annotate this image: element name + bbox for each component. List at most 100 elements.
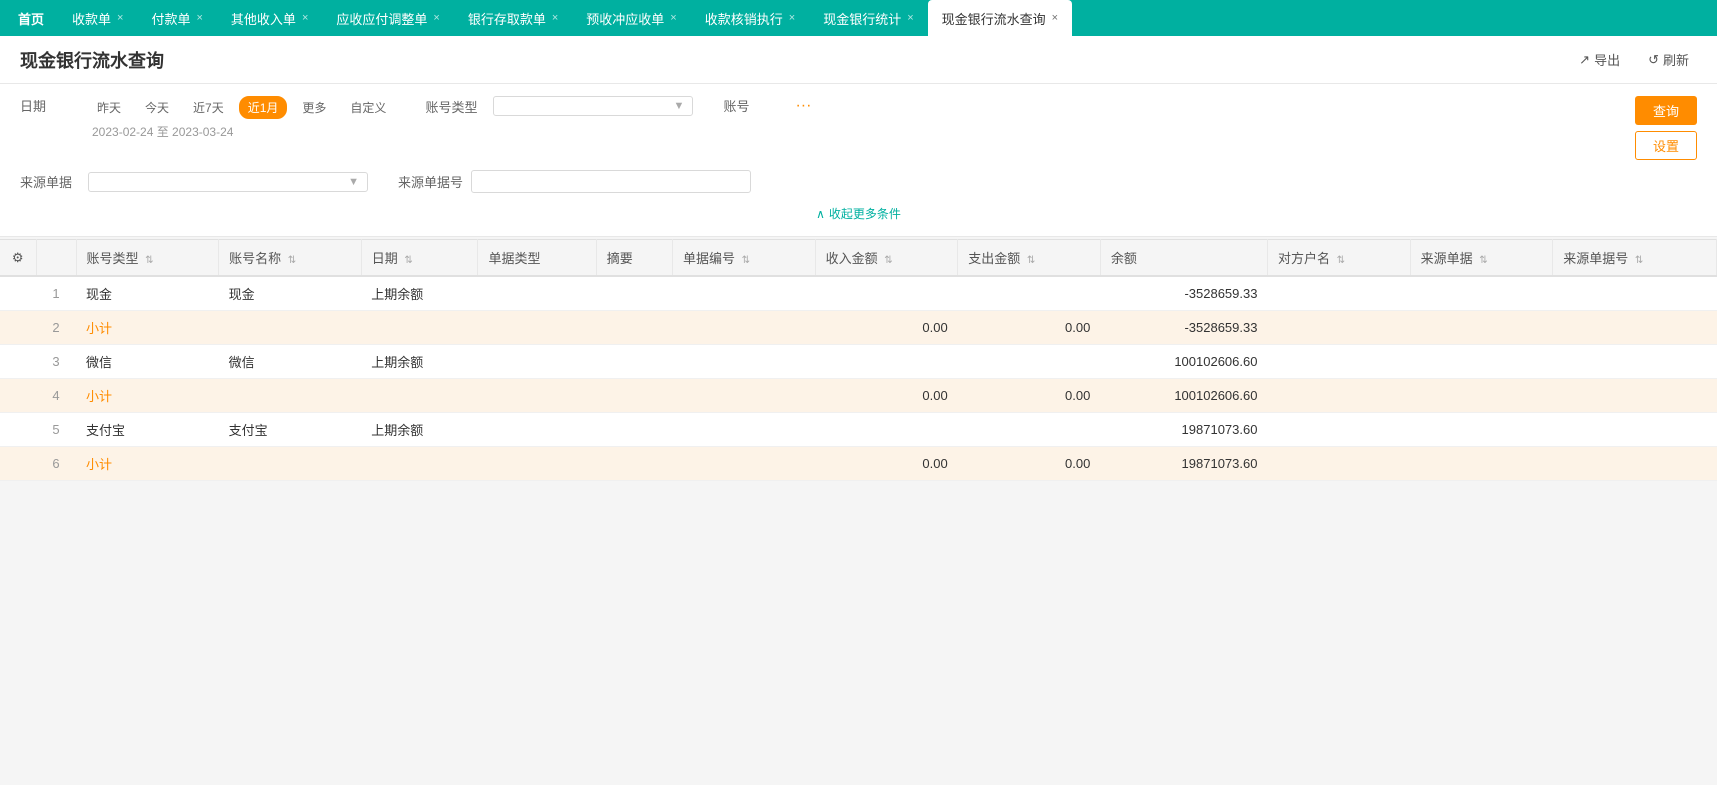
cell-date: 上期余额 (361, 345, 478, 379)
cell-rownum: 6 (36, 447, 76, 481)
col-acct-type[interactable]: 账号类型 ⇅ (76, 240, 219, 277)
cell-acct-name: 现金 (219, 276, 362, 311)
nav-cash-stat-close[interactable]: × (907, 12, 913, 24)
date-filter-label: 日期 (20, 96, 80, 115)
col-date[interactable]: 日期 ⇅ (361, 240, 478, 277)
date-custom[interactable]: 自定义 (341, 96, 395, 119)
cell-source-doc (1410, 447, 1553, 481)
nav-item-cash-stat[interactable]: 现金银行统计 × (809, 0, 927, 36)
nav-item-home[interactable]: 首页 (4, 0, 58, 36)
nav-advance-close[interactable]: × (670, 12, 676, 24)
cell-income: 0.00 (815, 379, 958, 413)
date-7days[interactable]: 近7天 (184, 96, 233, 119)
col-gear: ⚙ (0, 240, 36, 277)
account-type-arrow-icon: ▼ (674, 100, 685, 112)
col-acct-name[interactable]: 账号名称 ⇅ (219, 240, 362, 277)
cell-balance: -3528659.33 (1100, 276, 1267, 311)
col-doc-no[interactable]: 单据编号 ⇅ (672, 240, 815, 277)
cell-doc-type (478, 311, 596, 345)
cell-source-doc (1410, 379, 1553, 413)
cell-counterparty (1267, 276, 1410, 311)
nav-item-receipt[interactable]: 收款单 × (58, 0, 137, 36)
cell-doc-no (672, 447, 815, 481)
cell-balance: 100102606.60 (1100, 345, 1267, 379)
nav-cash-flow-close[interactable]: × (1052, 12, 1058, 24)
cell-source-doc-no (1553, 413, 1717, 447)
table-row: 4小计0.000.00100102606.60 (0, 379, 1717, 413)
date-1month[interactable]: 近1月 (239, 96, 288, 119)
cell-acct-type: 小计 (76, 379, 219, 413)
settings-button[interactable]: 设置 (1635, 131, 1697, 160)
date-more[interactable]: 更多 (293, 96, 335, 119)
col-expense[interactable]: 支出金额 ⇅ (958, 240, 1101, 277)
cell-expense (958, 276, 1101, 311)
cell-gear (0, 345, 36, 379)
cell-doc-no (672, 311, 815, 345)
nav-advance-label: 预收冲应收单 (586, 9, 664, 28)
col-counterparty[interactable]: 对方户名 ⇅ (1267, 240, 1410, 277)
col-balance: 余额 (1100, 240, 1267, 277)
cell-doc-no (672, 413, 815, 447)
source-doc-label: 来源单据 (20, 172, 80, 191)
nav-item-cash-flow[interactable]: 现金银行流水查询 × (928, 0, 1072, 36)
cell-source-doc-no (1553, 379, 1717, 413)
date-yesterday[interactable]: 昨天 (88, 96, 130, 119)
cell-expense: 0.00 (958, 311, 1101, 345)
cell-acct-type: 支付宝 (76, 413, 219, 447)
nav-bank-close[interactable]: × (552, 12, 558, 24)
nav-item-advance-offset[interactable]: 预收冲应收单 × (572, 0, 690, 36)
col-income[interactable]: 收入金额 ⇅ (815, 240, 958, 277)
cell-acct-name: 微信 (219, 345, 362, 379)
cell-summary (596, 413, 672, 447)
cell-balance: 19871073.60 (1100, 447, 1267, 481)
cell-balance: 19871073.60 (1100, 413, 1267, 447)
export-button[interactable]: ↗ 导出 (1571, 46, 1628, 73)
cell-gear (0, 276, 36, 311)
refresh-button[interactable]: ↺ 刷新 (1640, 46, 1697, 73)
page-title: 现金银行流水查询 (20, 47, 164, 73)
cell-rownum: 4 (36, 379, 76, 413)
cell-doc-type (478, 345, 596, 379)
data-table: ⚙ 账号类型 ⇅ 账号名称 ⇅ 日期 ⇅ 单据类型 摘要 单据编号 ⇅ 收入金额… (0, 239, 1717, 481)
col-doc-type: 单据类型 (478, 240, 596, 277)
nav-item-writeoff[interactable]: 收款核销执行 × (691, 0, 809, 36)
nav-item-bank-deposit[interactable]: 银行存取款单 × (454, 0, 572, 36)
cell-counterparty (1267, 379, 1410, 413)
source-doc-select[interactable]: ▼ (88, 172, 368, 192)
account-dots-button[interactable]: ··· (791, 97, 815, 115)
cell-doc-type (478, 447, 596, 481)
table-body: 1现金现金上期余额-3528659.332小计0.000.00-3528659.… (0, 276, 1717, 481)
refresh-label: 刷新 (1663, 50, 1689, 69)
cell-rownum: 5 (36, 413, 76, 447)
cell-rownum: 3 (36, 345, 76, 379)
cell-income (815, 413, 958, 447)
nav-item-other-income[interactable]: 其他收入单 × (217, 0, 322, 36)
nav-ar-ap-close[interactable]: × (433, 12, 439, 24)
nav-writeoff-close[interactable]: × (789, 12, 795, 24)
nav-item-payment[interactable]: 付款单 × (137, 0, 216, 36)
date-today[interactable]: 今天 (136, 96, 178, 119)
col-source-doc[interactable]: 来源单据 ⇅ (1410, 240, 1553, 277)
col-rownum (36, 240, 76, 277)
cell-counterparty (1267, 311, 1410, 345)
nav-receipt-close[interactable]: × (117, 12, 123, 24)
account-label: 账号 (723, 96, 783, 115)
nav-payment-close[interactable]: × (196, 12, 202, 24)
cell-source-doc-no (1553, 311, 1717, 345)
source-doc-no-input[interactable] (471, 170, 751, 193)
nav-home-label: 首页 (18, 9, 44, 28)
col-source-doc-no[interactable]: 来源单据号 ⇅ (1553, 240, 1717, 277)
date-options: 昨天 今天 近7天 近1月 更多 自定义 (88, 96, 395, 119)
cell-date (361, 447, 478, 481)
nav-cash-stat-label: 现金银行统计 (823, 9, 901, 28)
gear-icon[interactable]: ⚙ (12, 250, 24, 265)
cell-summary (596, 379, 672, 413)
cell-acct-type: 小计 (76, 311, 219, 345)
nav-item-ar-ap-adjust[interactable]: 应收应付调整单 × (322, 0, 453, 36)
account-type-select[interactable]: ▼ (493, 96, 693, 116)
nav-other-income-close[interactable]: × (302, 12, 308, 24)
collapse-bar[interactable]: ∧ 收起更多条件 (20, 201, 1697, 224)
refresh-icon: ↺ (1648, 52, 1659, 68)
cell-doc-type (478, 413, 596, 447)
query-button[interactable]: 查询 (1635, 96, 1697, 125)
